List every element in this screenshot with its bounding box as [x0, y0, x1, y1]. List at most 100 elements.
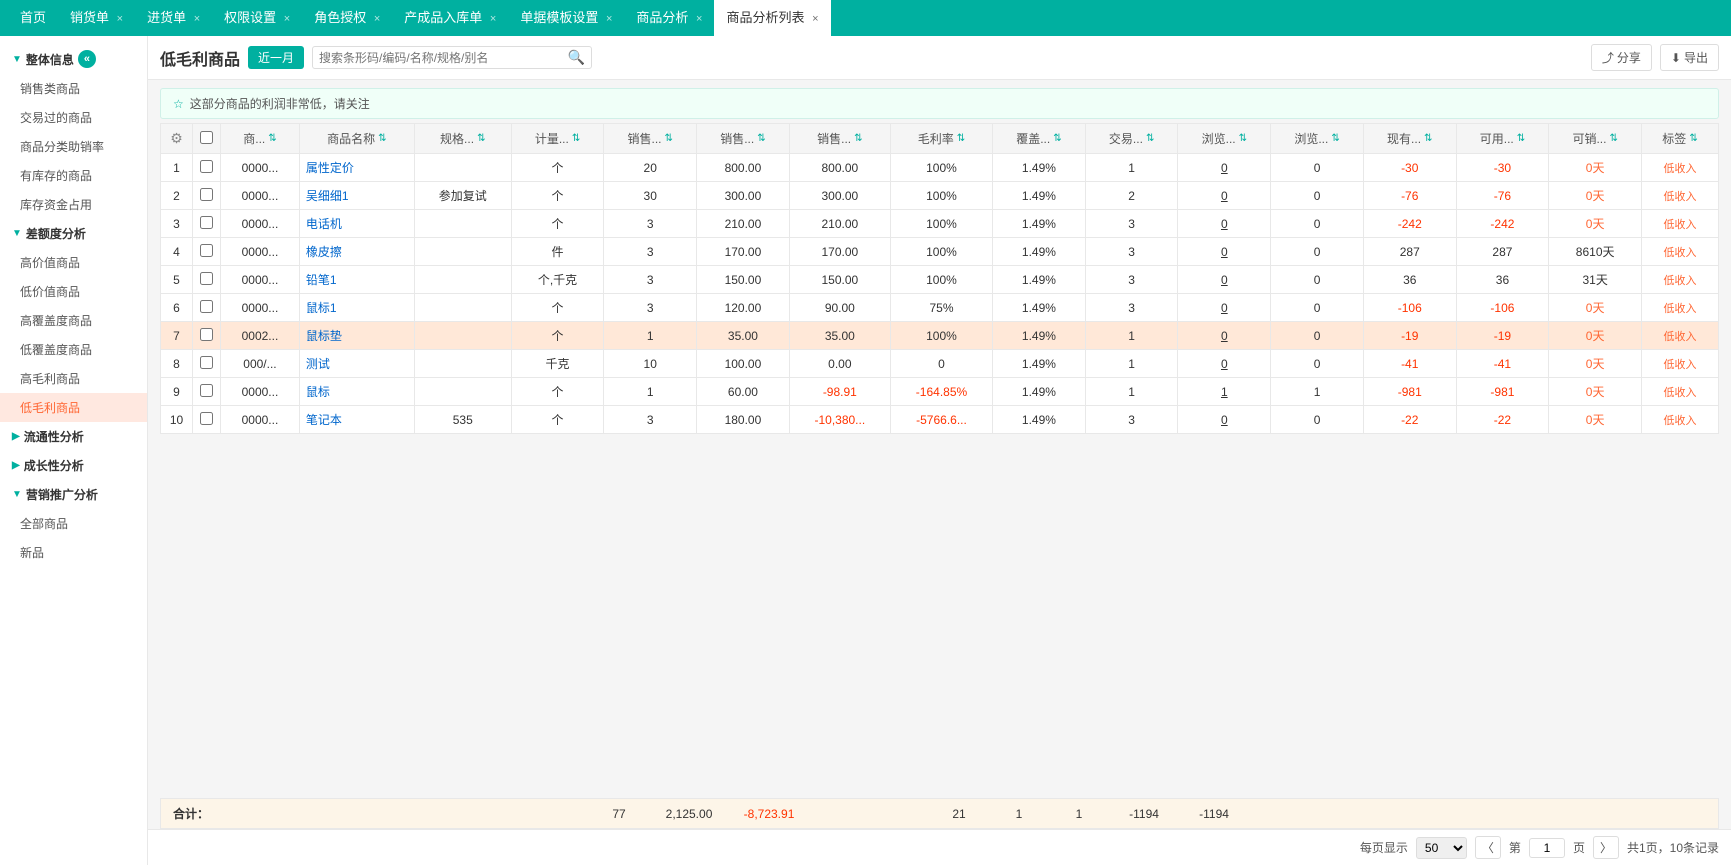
col-views2-header[interactable]: 浏览...⇅ [1271, 124, 1364, 154]
sidebar-item-high-margin[interactable]: 高毛利商品 [0, 364, 147, 393]
col-sellable-days-header[interactable]: 可销...⇅ [1549, 124, 1642, 154]
export-btn[interactable]: ⬇ 导出 [1660, 44, 1719, 71]
nav-home[interactable]: 首页 [8, 0, 58, 36]
nav-close-purchase[interactable]: × [194, 13, 200, 25]
sidebar-item-low-value[interactable]: 低价值商品 [0, 277, 147, 306]
nav-purchase-order[interactable]: 进货单 × [135, 0, 212, 36]
cell-checkbox-6[interactable] [193, 322, 221, 350]
col-name-header[interactable]: 商品名称⇅ [299, 124, 414, 154]
col-gross-margin-header[interactable]: 毛利率⇅ [890, 124, 992, 154]
nav-sales-order[interactable]: 销货单 × [58, 0, 135, 36]
share-btn[interactable]: ⤴ 分享 [1591, 44, 1652, 71]
nav-roles[interactable]: 角色授权 × [302, 0, 392, 36]
nav-product-entry[interactable]: 产成品入库单 × [392, 0, 508, 36]
cell-name-6[interactable]: 鼠标垫 [299, 322, 414, 350]
prev-page-btn[interactable]: 〈 [1475, 836, 1501, 859]
sidebar-item-all-products[interactable]: 全部商品 [0, 509, 147, 538]
nav-template-settings[interactable]: 单据模板设置 × [508, 0, 624, 36]
row-checkbox-9[interactable] [200, 412, 213, 425]
nav-permissions[interactable]: 权限设置 × [212, 0, 302, 36]
cell-views1-0[interactable]: 0 [1178, 154, 1271, 182]
cell-name-2[interactable]: 电话机 [299, 210, 414, 238]
cell-name-7[interactable]: 测试 [299, 350, 414, 378]
sidebar-item-low-coverage[interactable]: 低覆盖度商品 [0, 335, 147, 364]
col-coverage-header[interactable]: 覆盖...⇅ [993, 124, 1086, 154]
sidebar-group-growth[interactable]: ▶ 成长性分析 [0, 451, 147, 480]
col-sales-profit-header[interactable]: 销售...⇅ [789, 124, 890, 154]
cell-name-3[interactable]: 橡皮擦 [299, 238, 414, 266]
cell-views1-7[interactable]: 0 [1178, 350, 1271, 378]
cell-checkbox-1[interactable] [193, 182, 221, 210]
search-icon[interactable]: 🔍 [568, 49, 585, 66]
sidebar-group-margin[interactable]: ▼ 差额度分析 [0, 219, 147, 248]
col-transaction-header[interactable]: 交易...⇅ [1085, 124, 1178, 154]
cell-checkbox-7[interactable] [193, 350, 221, 378]
sidebar-item-stock-capital[interactable]: 库存资金占用 [0, 190, 147, 219]
cell-name-1[interactable]: 吴细细1 [299, 182, 414, 210]
nav-product-analysis-list[interactable]: 商品分析列表 × [714, 0, 830, 36]
cell-views1-5[interactable]: 0 [1178, 294, 1271, 322]
next-page-btn[interactable]: 〉 [1593, 836, 1619, 859]
col-spec-header[interactable]: 规格...⇅ [414, 124, 511, 154]
cell-checkbox-8[interactable] [193, 378, 221, 406]
cell-checkbox-2[interactable] [193, 210, 221, 238]
cell-name-4[interactable]: 铅笔1 [299, 266, 414, 294]
cell-checkbox-4[interactable] [193, 266, 221, 294]
sidebar-item-new-products[interactable]: 新品 [0, 538, 147, 567]
row-checkbox-2[interactable] [200, 216, 213, 229]
collapse-overall[interactable]: « [78, 50, 96, 68]
sidebar-item-traded-products[interactable]: 交易过的商品 [0, 103, 147, 132]
select-all-checkbox[interactable] [200, 131, 213, 144]
row-checkbox-4[interactable] [200, 272, 213, 285]
nav-close-template[interactable]: × [606, 13, 612, 25]
sidebar-item-category-rate[interactable]: 商品分类助销率 [0, 132, 147, 161]
sidebar-group-overall[interactable]: ▼ 整体信息 « [0, 44, 147, 74]
col-sales-qty-header[interactable]: 销售...⇅ [604, 124, 697, 154]
cell-views1-4[interactable]: 0 [1178, 266, 1271, 294]
col-code-header[interactable]: 商...⇅ [221, 124, 300, 154]
page-input[interactable] [1529, 838, 1565, 858]
col-unit-header[interactable]: 计量...⇅ [511, 124, 604, 154]
cell-checkbox-0[interactable] [193, 154, 221, 182]
row-checkbox-0[interactable] [200, 160, 213, 173]
row-checkbox-1[interactable] [200, 188, 213, 201]
nav-close-product-entry[interactable]: × [490, 13, 496, 25]
filter-recent-month-btn[interactable]: 近一月 [248, 46, 304, 69]
sidebar-item-in-stock[interactable]: 有库存的商品 [0, 161, 147, 190]
cell-checkbox-5[interactable] [193, 294, 221, 322]
col-checkbox-header[interactable] [193, 124, 221, 154]
nav-close-roles[interactable]: × [374, 13, 380, 25]
sidebar-item-sales-products[interactable]: 销售类商品 [0, 74, 147, 103]
cell-name-9[interactable]: 笔记本 [299, 406, 414, 434]
cell-views1-2[interactable]: 0 [1178, 210, 1271, 238]
nav-close-sales[interactable]: × [117, 13, 123, 25]
cell-views1-1[interactable]: 0 [1178, 182, 1271, 210]
col-current-stock-header[interactable]: 现有...⇅ [1363, 124, 1456, 154]
sidebar-item-low-margin[interactable]: 低毛利商品 [0, 393, 147, 422]
sidebar-group-marketing[interactable]: ▼ 营销推广分析 [0, 480, 147, 509]
nav-close-product-analysis[interactable]: × [696, 13, 702, 25]
cell-views1-9[interactable]: 0 [1178, 406, 1271, 434]
sidebar-item-high-coverage[interactable]: 高覆盖度商品 [0, 306, 147, 335]
sidebar-group-liquidity[interactable]: ▶ 流通性分析 [0, 422, 147, 451]
table-wrapper[interactable]: ⚙ 商...⇅ 商品名称⇅ 规格...⇅ 计量...⇅ 销售...⇅ 销售...… [160, 123, 1719, 798]
row-checkbox-3[interactable] [200, 244, 213, 257]
col-settings[interactable]: ⚙ [161, 124, 193, 154]
nav-close-permissions[interactable]: × [284, 13, 290, 25]
col-tag-header[interactable]: 标签⇅ [1642, 124, 1719, 154]
search-input[interactable] [319, 51, 568, 65]
cell-name-8[interactable]: 鼠标 [299, 378, 414, 406]
cell-views1-8[interactable]: 1 [1178, 378, 1271, 406]
cell-name-0[interactable]: 属性定价 [299, 154, 414, 182]
row-checkbox-5[interactable] [200, 300, 213, 313]
row-checkbox-7[interactable] [200, 356, 213, 369]
col-available-header[interactable]: 可用...⇅ [1456, 124, 1549, 154]
nav-product-analysis[interactable]: 商品分析 × [624, 0, 714, 36]
cell-views1-3[interactable]: 0 [1178, 238, 1271, 266]
row-checkbox-8[interactable] [200, 384, 213, 397]
cell-name-5[interactable]: 鼠标1 [299, 294, 414, 322]
settings-col-icon[interactable]: ⚙ [170, 130, 183, 146]
cell-views1-6[interactable]: 0 [1178, 322, 1271, 350]
row-checkbox-6[interactable] [200, 328, 213, 341]
cell-checkbox-9[interactable] [193, 406, 221, 434]
